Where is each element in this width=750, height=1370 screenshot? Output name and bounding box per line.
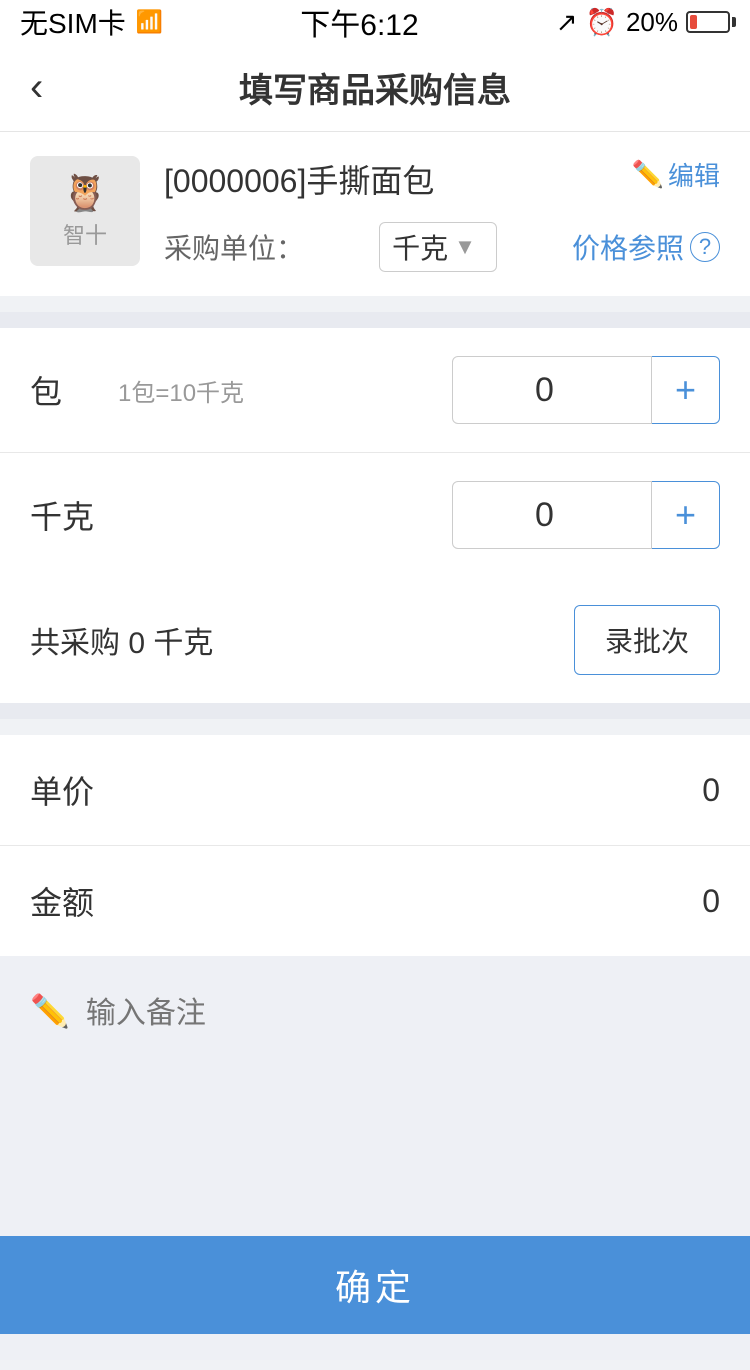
- page-title: 填写商品采购信息: [239, 63, 511, 112]
- pencil-icon: ✏️: [30, 992, 70, 1030]
- product-thumbnail: 🦉 智十: [30, 156, 140, 266]
- alarm-icon: ⏰: [586, 7, 618, 38]
- kg-label: 千克: [30, 492, 110, 538]
- main-content: 🦉 智十 [0000006]手撕面包 ✏️ 编辑 采购单位： 千克 ▼: [0, 132, 750, 1360]
- amount-row: 金额 0: [0, 846, 750, 956]
- section-divider-1: [0, 312, 750, 328]
- product-title: 手撕面包: [306, 163, 434, 199]
- summary-unit: 千克: [153, 627, 213, 660]
- chevron-down-icon: ▼: [454, 234, 476, 260]
- product-name: [0000006]手撕面包: [164, 156, 434, 202]
- location-icon: ↗: [556, 7, 578, 38]
- battery-icon: [686, 11, 730, 33]
- kg-input-row: 千克 +: [0, 453, 750, 577]
- status-time: 下午6:12: [300, 0, 418, 44]
- bao-plus-button[interactable]: +: [652, 356, 720, 424]
- product-card: 🦉 智十 [0000006]手撕面包 ✏️ 编辑 采购单位： 千克 ▼: [0, 132, 750, 296]
- edit-label: 编辑: [668, 156, 720, 193]
- confirm-button[interactable]: 确定: [0, 1236, 750, 1334]
- bao-input[interactable]: [452, 356, 652, 424]
- bao-input-row: 包 1包=10千克 +: [0, 328, 750, 453]
- unit-price-label: 单价: [30, 767, 94, 813]
- battery-percent: 20%: [626, 7, 678, 38]
- summary-qty: 0: [128, 627, 145, 660]
- product-info: [0000006]手撕面包 ✏️ 编辑 采购单位： 千克 ▼ 价格参照 ?: [164, 156, 720, 272]
- input-section: 包 1包=10千克 + 千克 +: [0, 328, 750, 577]
- kg-input-wrap: +: [452, 481, 720, 549]
- price-section: 单价 0 金额 0: [0, 735, 750, 956]
- summary-prefix: 共采购: [30, 627, 120, 660]
- product-unit-row: 采购单位： 千克 ▼ 价格参照 ?: [164, 222, 720, 272]
- product-id: [0000006]: [164, 163, 306, 199]
- unit-price-row: 单价 0: [0, 735, 750, 846]
- question-icon: ?: [690, 232, 720, 262]
- amount-label: 金额: [30, 878, 94, 924]
- bao-sub-label: 1包=10千克: [118, 373, 452, 408]
- bao-input-wrap: +: [452, 356, 720, 424]
- status-right: ↗ ⏰ 20%: [556, 7, 730, 38]
- nav-bar: ‹ 填写商品采购信息: [0, 44, 750, 132]
- brand-text: 智十: [63, 218, 107, 250]
- amount-value: 0: [702, 883, 720, 920]
- unit-label: 采购单位：: [164, 227, 304, 267]
- summary-row: 共采购 0 千克 录批次: [0, 577, 750, 703]
- sim-icon: 📶: [136, 9, 163, 35]
- summary-text: 共采购 0 千克: [30, 618, 213, 662]
- bao-label: 包: [30, 367, 110, 413]
- price-ref-label: 价格参照: [572, 227, 684, 267]
- unit-select[interactable]: 千克 ▼: [379, 222, 497, 272]
- edit-icon: ✏️: [632, 159, 664, 190]
- unit-value: 千克: [392, 227, 448, 267]
- carrier-text: 无SIM卡: [20, 2, 126, 42]
- batch-button[interactable]: 录批次: [574, 605, 720, 675]
- price-ref-button[interactable]: 价格参照 ?: [572, 227, 720, 267]
- owl-icon: 🦉: [63, 172, 108, 214]
- bottom-bar: 确定: [0, 1236, 750, 1334]
- back-button[interactable]: ‹: [30, 65, 43, 110]
- status-left: 无SIM卡 📶: [20, 2, 163, 42]
- section-divider-2: [0, 703, 750, 719]
- kg-input[interactable]: [452, 481, 652, 549]
- product-header: [0000006]手撕面包 ✏️ 编辑: [164, 156, 720, 202]
- kg-plus-button[interactable]: +: [652, 481, 720, 549]
- unit-price-value: 0: [702, 772, 720, 809]
- edit-button[interactable]: ✏️ 编辑: [632, 156, 720, 193]
- status-bar: 无SIM卡 📶 下午6:12 ↗ ⏰ 20%: [0, 0, 750, 44]
